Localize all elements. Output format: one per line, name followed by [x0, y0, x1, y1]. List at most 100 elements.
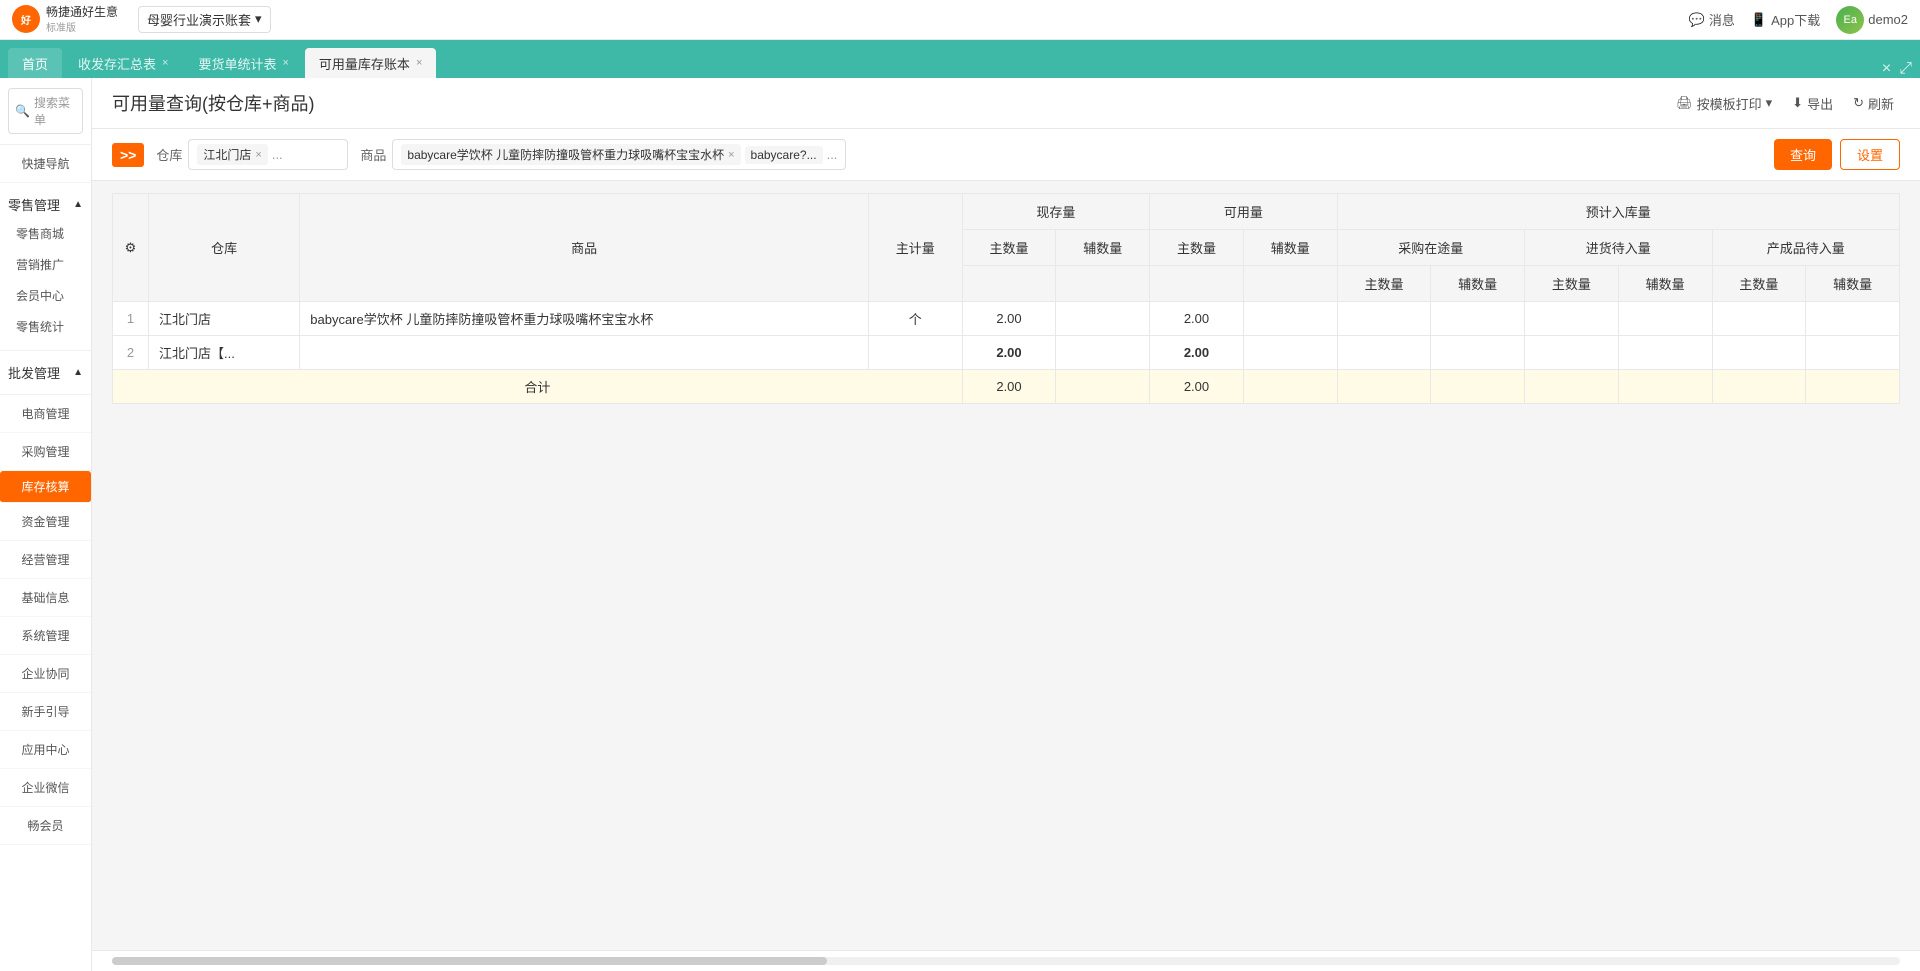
filter-actions: 查询 设置: [1774, 139, 1900, 170]
table-row: 2 江北门店【... 2.00 2.00: [113, 336, 1900, 370]
ecommerce-label: 电商管理: [21, 407, 69, 421]
tab-requisition-close[interactable]: ×: [282, 57, 288, 69]
refresh-icon: ↻: [1853, 95, 1864, 111]
row-2-incoming-main: [1525, 336, 1619, 370]
page-header-actions: 🖨 按模板打印 ▾ ⬇ 导出 ↻ 刷新: [1670, 91, 1900, 128]
retail-section-label: 零售管理: [8, 195, 60, 214]
export-btn[interactable]: ⬇ 导出: [1786, 91, 1839, 116]
product-tag-2: babycare?...: [745, 146, 823, 164]
gear-header[interactable]: ⚙: [113, 194, 149, 302]
sidebar-item-vip[interactable]: 畅会员: [0, 807, 91, 845]
sidebar-item-retail-stats[interactable]: 零售统计: [8, 311, 83, 342]
sidebar-item-quick-nav[interactable]: 快捷导航: [0, 145, 91, 183]
org-selector[interactable]: 母婴行业演示账套 ▾: [138, 6, 271, 33]
product-input[interactable]: babycare学饮杯 儿童防摔防撞吸管杯重力球吸嘴杯宝宝水杯 × babyca…: [392, 139, 846, 170]
user-area[interactable]: Ea demo2: [1836, 6, 1908, 34]
sidebar-item-marketing[interactable]: 营销推广: [8, 249, 83, 280]
sidebar-item-finance[interactable]: 资金管理: [0, 503, 91, 541]
sidebar-section-retail-header[interactable]: 零售管理 ▲: [8, 191, 83, 218]
row-2-product: [300, 336, 869, 370]
tab-home[interactable]: 首页: [8, 48, 62, 78]
row-1-purchase-main: [1337, 302, 1431, 336]
row-1-product-aux: [1806, 302, 1900, 336]
available-main-header: 主数量: [1150, 230, 1244, 266]
row-2-product-aux: [1806, 336, 1900, 370]
sidebar-section-wholesale-header[interactable]: 批发管理 ▲: [8, 359, 83, 386]
print-btn[interactable]: 🖨 按模板打印 ▾: [1670, 91, 1778, 116]
sidebar-item-inventory[interactable]: 库存核算: [0, 471, 91, 503]
sidebar-search-area: 🔍 搜索菜单: [0, 78, 91, 145]
sidebar-item-retail-mall[interactable]: 零售商城: [8, 218, 83, 249]
scroll-track[interactable]: [112, 957, 1900, 965]
sidebar-item-purchase[interactable]: 采购管理: [0, 433, 91, 471]
current-stock-header: 现存量: [962, 194, 1149, 230]
warehouse-header: 仓库: [149, 194, 300, 302]
print-label: 按模板打印: [1697, 94, 1762, 113]
product-header: 商品: [300, 194, 869, 302]
scroll-thumb[interactable]: [112, 957, 827, 965]
total-available-main: 2.00: [1150, 370, 1244, 404]
top-bar-right: 💬 消息 📱 App下载 Ea demo2: [1689, 6, 1908, 34]
settings-button[interactable]: 设置: [1840, 139, 1900, 170]
incoming-aux-sub: 辅数量: [1618, 266, 1712, 302]
wholesale-section-arrow: ▲: [73, 367, 83, 378]
row-2-current-aux: [1056, 336, 1150, 370]
message-btn[interactable]: 💬 消息: [1689, 10, 1735, 29]
product-tag-2-value: babycare?...: [751, 148, 817, 162]
table-row: 1 江北门店 babycare学饮杯 儿童防摔防撞吸管杯重力球吸嘴杯宝宝水杯 个…: [113, 302, 1900, 336]
sidebar-section-wholesale: 批发管理 ▲: [0, 351, 91, 395]
tab-available-stock-label: 可用量库存账本: [319, 54, 410, 73]
inventory-label: 库存核算: [21, 480, 69, 494]
query-button[interactable]: 查询: [1774, 139, 1832, 170]
search-icon: 🔍: [15, 104, 30, 118]
warehouse-tag: 江北门店 ×: [197, 144, 267, 165]
warehouse-dots[interactable]: ...: [272, 147, 283, 162]
product-label: 商品: [360, 145, 386, 164]
marketing-label: 营销推广: [16, 258, 64, 272]
product-pending-header: 产成品待入量: [1712, 230, 1899, 266]
sidebar-item-basic-info[interactable]: 基础信息: [0, 579, 91, 617]
filter-expand-btn[interactable]: >>: [112, 143, 144, 167]
app-center-label: 应用中心: [21, 743, 69, 757]
row-1-current-main: 2.00: [962, 302, 1056, 336]
product-tag-1-close[interactable]: ×: [728, 149, 734, 161]
tab-receive-pay-close[interactable]: ×: [162, 57, 168, 69]
current-aux-header: 辅数量: [1056, 230, 1150, 266]
sidebar-item-wechat[interactable]: 企业微信: [0, 769, 91, 807]
tab-home-label: 首页: [22, 54, 48, 73]
refresh-btn[interactable]: ↻ 刷新: [1847, 91, 1900, 116]
product-tag-1-value: babycare学饮杯 儿童防摔防撞吸管杯重力球吸嘴杯宝宝水杯: [407, 146, 724, 163]
tab-requisition[interactable]: 要货单统计表 ×: [184, 48, 302, 78]
wechat-label: 企业微信: [21, 781, 69, 795]
total-incoming-aux: [1618, 370, 1712, 404]
row-1-index: 1: [113, 302, 149, 336]
close-tab-action[interactable]: ×: [1882, 60, 1891, 78]
total-label: 合计: [113, 370, 963, 404]
row-1-incoming-main: [1525, 302, 1619, 336]
user-name: demo2: [1868, 12, 1908, 27]
quick-nav-label: 快捷导航: [21, 157, 69, 171]
export-icon: ⬇: [1792, 95, 1803, 111]
row-1-available-main: 2.00: [1150, 302, 1244, 336]
tab-available-stock[interactable]: 可用量库存账本 ×: [305, 48, 436, 78]
chevron-print-icon: ▾: [1766, 95, 1773, 111]
sidebar-item-system[interactable]: 系统管理: [0, 617, 91, 655]
warehouse-input[interactable]: 江北门店 × ...: [188, 139, 348, 170]
product-dots[interactable]: ...: [827, 147, 838, 162]
current-main-header: 主数量: [962, 230, 1056, 266]
sidebar-item-app-center[interactable]: 应用中心: [0, 731, 91, 769]
incoming-pending-header: 进货待入量: [1525, 230, 1712, 266]
sidebar-item-operations[interactable]: 经营管理: [0, 541, 91, 579]
sidebar-item-newbie[interactable]: 新手引导: [0, 693, 91, 731]
expand-tab-action[interactable]: ⤢: [1899, 60, 1912, 78]
tab-available-stock-close[interactable]: ×: [416, 57, 422, 69]
tab-receive-pay[interactable]: 收发存汇总表 ×: [64, 48, 182, 78]
app-download-btn[interactable]: 📱 App下载: [1751, 10, 1820, 29]
warehouse-tag-close[interactable]: ×: [255, 149, 261, 161]
total-incoming-main: [1525, 370, 1619, 404]
sidebar-item-member[interactable]: 会员中心: [8, 280, 83, 311]
product-tag-1: babycare学饮杯 儿童防摔防撞吸管杯重力球吸嘴杯宝宝水杯 ×: [401, 144, 740, 165]
sidebar-item-ecommerce[interactable]: 电商管理: [0, 395, 91, 433]
sidebar-search-button[interactable]: 🔍 搜索菜单: [8, 88, 83, 134]
sidebar-item-enterprise[interactable]: 企业协同: [0, 655, 91, 693]
